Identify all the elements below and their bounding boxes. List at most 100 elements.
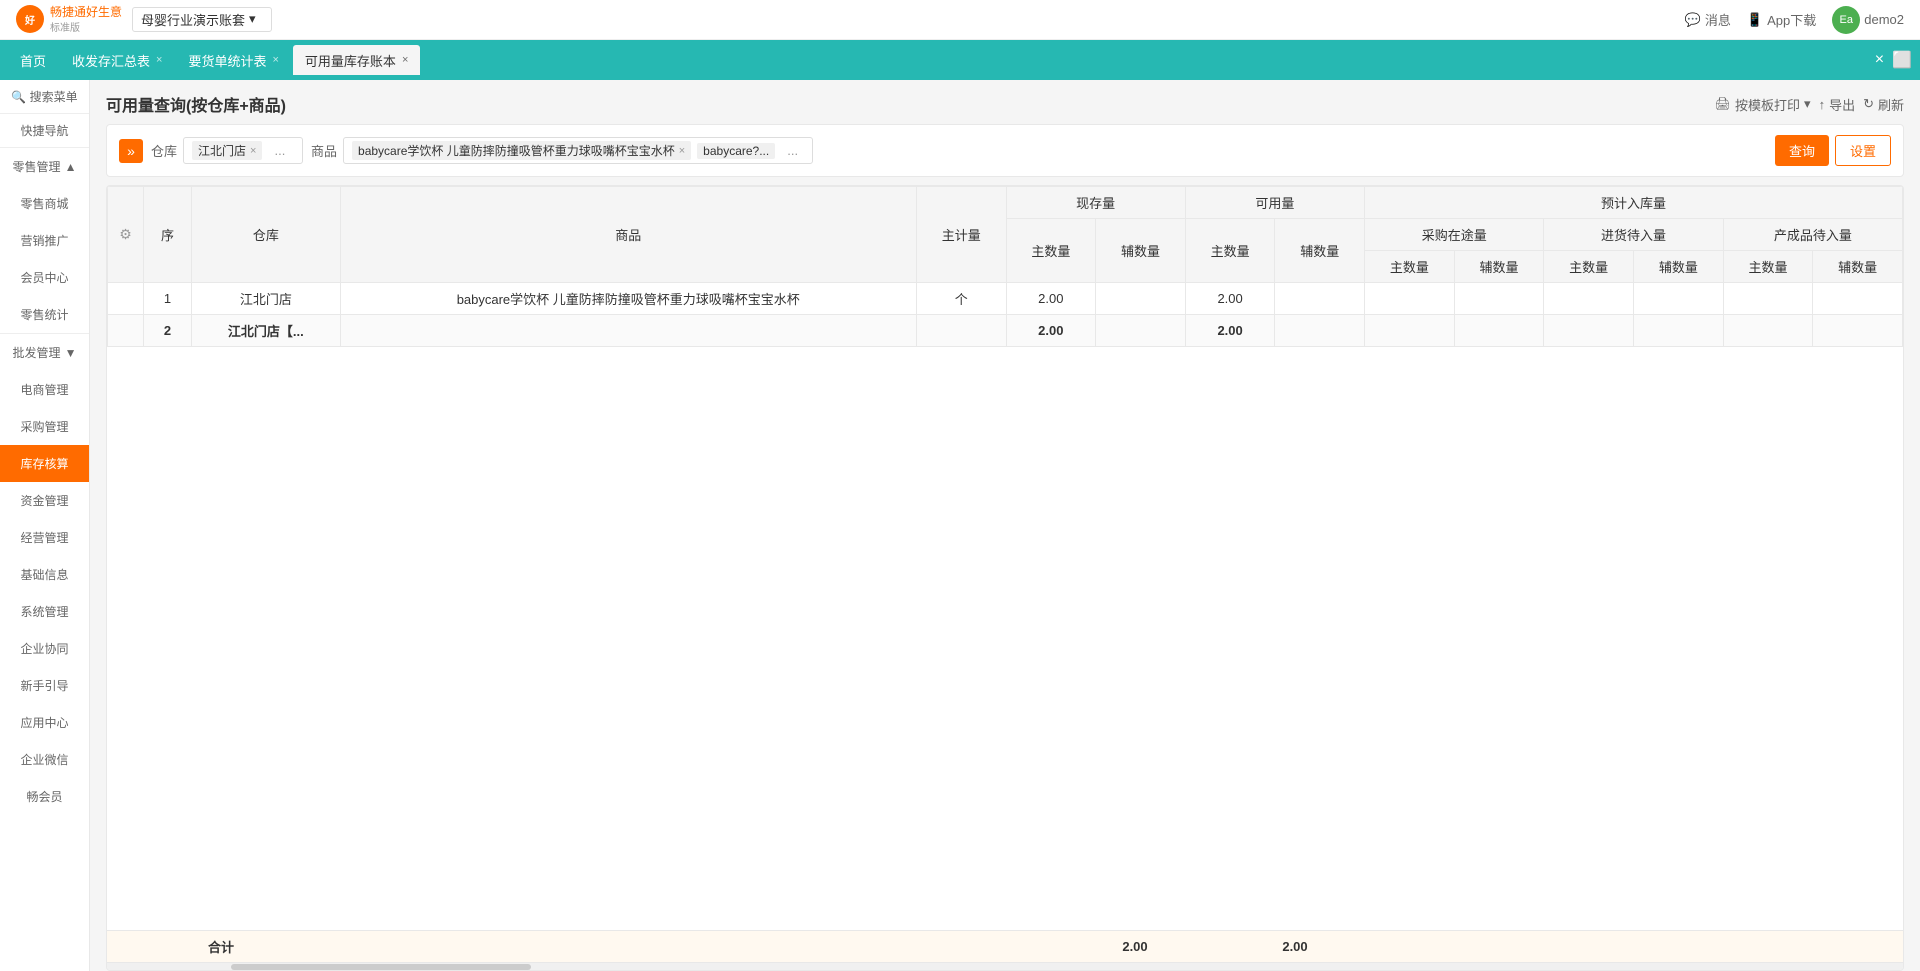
footer-current-main-qty: 2.00 xyxy=(1095,939,1175,954)
chevron-icon: ▲ xyxy=(65,160,77,174)
sidebar-retail-mall-label: 零售商城 xyxy=(20,195,68,212)
page-title: 可用量查询(按仓库+商品) xyxy=(106,92,286,116)
app-download-button[interactable]: 📱 App下载 xyxy=(1747,10,1816,29)
table-header-row-1: ⚙ 序 仓库 商品 主计量 现存量 可用量 预计入库量 xyxy=(108,187,1903,219)
row1-production-pending-aux xyxy=(1813,283,1903,315)
export-button[interactable]: ↑ 导出 xyxy=(1819,95,1856,114)
tab-restore-icon[interactable]: ⬜ xyxy=(1892,50,1912,70)
print-by-template-button[interactable]: 🖨 按模板打印 ▾ xyxy=(1715,95,1811,114)
sidebar-item-basic-info[interactable]: 基础信息 xyxy=(0,556,89,593)
sidebar-member-center-label: 会员中心 xyxy=(20,269,68,286)
sidebar-item-enterprise-coop[interactable]: 企业协同 xyxy=(0,630,89,667)
sidebar-item-newbie[interactable]: 新手引导 xyxy=(0,667,89,704)
sidebar-item-retail-mall[interactable]: 零售商城 xyxy=(0,185,89,222)
tab-income-expense-close[interactable]: × xyxy=(156,54,162,66)
sidebar-retail-stats-label: 零售统计 xyxy=(20,306,68,323)
col-production-pending-aux-header: 辅数量 xyxy=(1813,251,1903,283)
tab-order-stats[interactable]: 要货单统计表 × xyxy=(176,45,290,75)
setting-button[interactable]: 设置 xyxy=(1835,135,1891,166)
logo-icon: 好 xyxy=(16,5,44,33)
tab-home[interactable]: 首页 xyxy=(8,45,58,75)
sidebar-item-ecommerce[interactable]: 电商管理 xyxy=(0,371,89,408)
sidebar-item-wholesale-mgmt[interactable]: 批发管理 ▼ xyxy=(0,333,89,371)
industry-select-label: 母婴行业演示账套 xyxy=(141,10,245,29)
sidebar-item-inventory[interactable]: 库存核算 xyxy=(0,445,89,482)
sidebar-search[interactable]: 🔍 搜索菜单 xyxy=(0,80,89,114)
col-production-pending-header: 产成品待入量 xyxy=(1723,219,1902,251)
refresh-icon: ↻ xyxy=(1863,96,1874,112)
refresh-button[interactable]: ↻ 刷新 xyxy=(1863,95,1904,114)
sidebar-item-retail-stats[interactable]: 零售统计 xyxy=(0,296,89,333)
user-profile[interactable]: Ea demo2 xyxy=(1832,6,1904,34)
print-chevron-icon: ▾ xyxy=(1804,96,1811,112)
row1-production-pending-main xyxy=(1723,283,1813,315)
row1-inbound-pending-main xyxy=(1544,283,1634,315)
logo-text: 畅捷通好生意 xyxy=(50,5,122,19)
sidebar-purchase-label: 采购管理 xyxy=(20,418,68,435)
sidebar-item-enterprise-wechat[interactable]: 企业微信 xyxy=(0,741,89,778)
sidebar-member-label: 畅会员 xyxy=(26,788,62,805)
product-tag-1-close[interactable]: × xyxy=(679,145,685,157)
row1-current-main-qty: 2.00 xyxy=(1006,283,1096,315)
content-area: 可用量查询(按仓库+商品) 🖨 按模板打印 ▾ ↑ 导出 ↻ 刷新 » xyxy=(90,80,1920,971)
table-empty-space xyxy=(107,347,1903,930)
filter-expand-button[interactable]: » xyxy=(119,139,143,163)
sidebar-item-app-center[interactable]: 应用中心 xyxy=(0,704,89,741)
product-label: 商品 xyxy=(311,141,337,160)
avatar: Ea xyxy=(1832,6,1860,34)
col-main-unit-header: 主计量 xyxy=(916,187,1006,283)
username-label: demo2 xyxy=(1864,12,1904,27)
table-body: 1 江北门店 babycare学饮杯 儿童防摔防撞吸管杯重力球吸嘴杯宝宝水杯 个… xyxy=(108,283,1903,347)
row1-main-unit: 个 xyxy=(916,283,1006,315)
sidebar-item-member[interactable]: 畅会员 xyxy=(0,778,89,815)
main-layout: 🔍 搜索菜单 快捷导航 零售管理 ▲ 零售商城 营销推广 会员中心 零售统计 批… xyxy=(0,80,1920,971)
sidebar-item-retail-mgmt[interactable]: 零售管理 ▲ xyxy=(0,148,89,185)
sidebar-quick-nav[interactable]: 快捷导航 xyxy=(0,114,89,148)
row1-settings xyxy=(108,283,144,315)
product-tag-1-value: babycare学饮杯 儿童防摔防撞吸管杯重力球吸嘴杯宝宝水杯 xyxy=(358,142,675,159)
tab-available-stock-close[interactable]: × xyxy=(402,54,408,66)
warehouse-more-button[interactable]: ... xyxy=(268,141,291,160)
filter-bar: » 仓库 江北门店 × ... 商品 babycare学饮杯 儿童防摔防撞吸管杯… xyxy=(106,124,1904,177)
scroll-thumb[interactable] xyxy=(231,964,531,970)
row2-inbound-pending-aux xyxy=(1634,315,1724,347)
row1-available-main-qty: 2.00 xyxy=(1185,283,1275,315)
col-inbound-pending-header: 进货待入量 xyxy=(1544,219,1723,251)
row2-product xyxy=(340,315,916,347)
row2-available-main-qty: 2.00 xyxy=(1185,315,1275,347)
logo-area: 好 畅捷通好生意 标准版 xyxy=(16,5,122,34)
industry-select[interactable]: 母婴行业演示账套 ▾ xyxy=(132,7,272,32)
sidebar-item-marketing[interactable]: 营销推广 xyxy=(0,222,89,259)
col-settings-header: ⚙ xyxy=(108,187,144,283)
tab-close-all-icon[interactable]: × xyxy=(1875,51,1884,69)
sidebar-ecommerce-label: 电商管理 xyxy=(20,381,68,398)
product-tag-2: babycare?... xyxy=(697,143,775,159)
sidebar-item-system[interactable]: 系统管理 xyxy=(0,593,89,630)
tab-available-stock[interactable]: 可用量库存账本 × xyxy=(293,45,420,75)
sidebar-item-operations[interactable]: 经营管理 xyxy=(0,519,89,556)
warehouse-input[interactable]: 江北门店 × ... xyxy=(183,137,303,164)
sidebar-item-member-center[interactable]: 会员中心 xyxy=(0,259,89,296)
sidebar-item-purchase[interactable]: 采购管理 xyxy=(0,408,89,445)
warehouse-tag-close[interactable]: × xyxy=(250,145,256,157)
sidebar-item-finance[interactable]: 资金管理 xyxy=(0,482,89,519)
footer-available-main-qty: 2.00 xyxy=(1255,939,1335,954)
print-label: 按模板打印 xyxy=(1735,95,1800,114)
product-input[interactable]: babycare学饮杯 儿童防摔防撞吸管杯重力球吸嘴杯宝宝水杯 × babyca… xyxy=(343,137,813,164)
tab-income-expense[interactable]: 收发存汇总表 × xyxy=(60,45,174,75)
tab-home-label: 首页 xyxy=(20,51,46,70)
col-planned-inbound-header: 预计入库量 xyxy=(1365,187,1903,219)
row1-purchase-onway-main xyxy=(1365,283,1455,315)
col-available-qty-header: 可用量 xyxy=(1185,187,1364,219)
refresh-label: 刷新 xyxy=(1878,95,1904,114)
tab-order-stats-close[interactable]: × xyxy=(272,54,278,66)
product-more-button[interactable]: ... xyxy=(781,141,804,160)
horizontal-scrollbar[interactable] xyxy=(107,962,1903,970)
tab-available-stock-label: 可用量库存账本 xyxy=(305,51,396,70)
sidebar-marketing-label: 营销推广 xyxy=(20,232,68,249)
message-button[interactable]: 💬 消息 xyxy=(1685,10,1731,29)
column-settings-icon[interactable]: ⚙ xyxy=(119,226,132,242)
col-current-main-qty-header: 主数量 xyxy=(1006,219,1096,283)
col-current-stock-header: 现存量 xyxy=(1006,187,1185,219)
query-button[interactable]: 查询 xyxy=(1775,135,1829,166)
